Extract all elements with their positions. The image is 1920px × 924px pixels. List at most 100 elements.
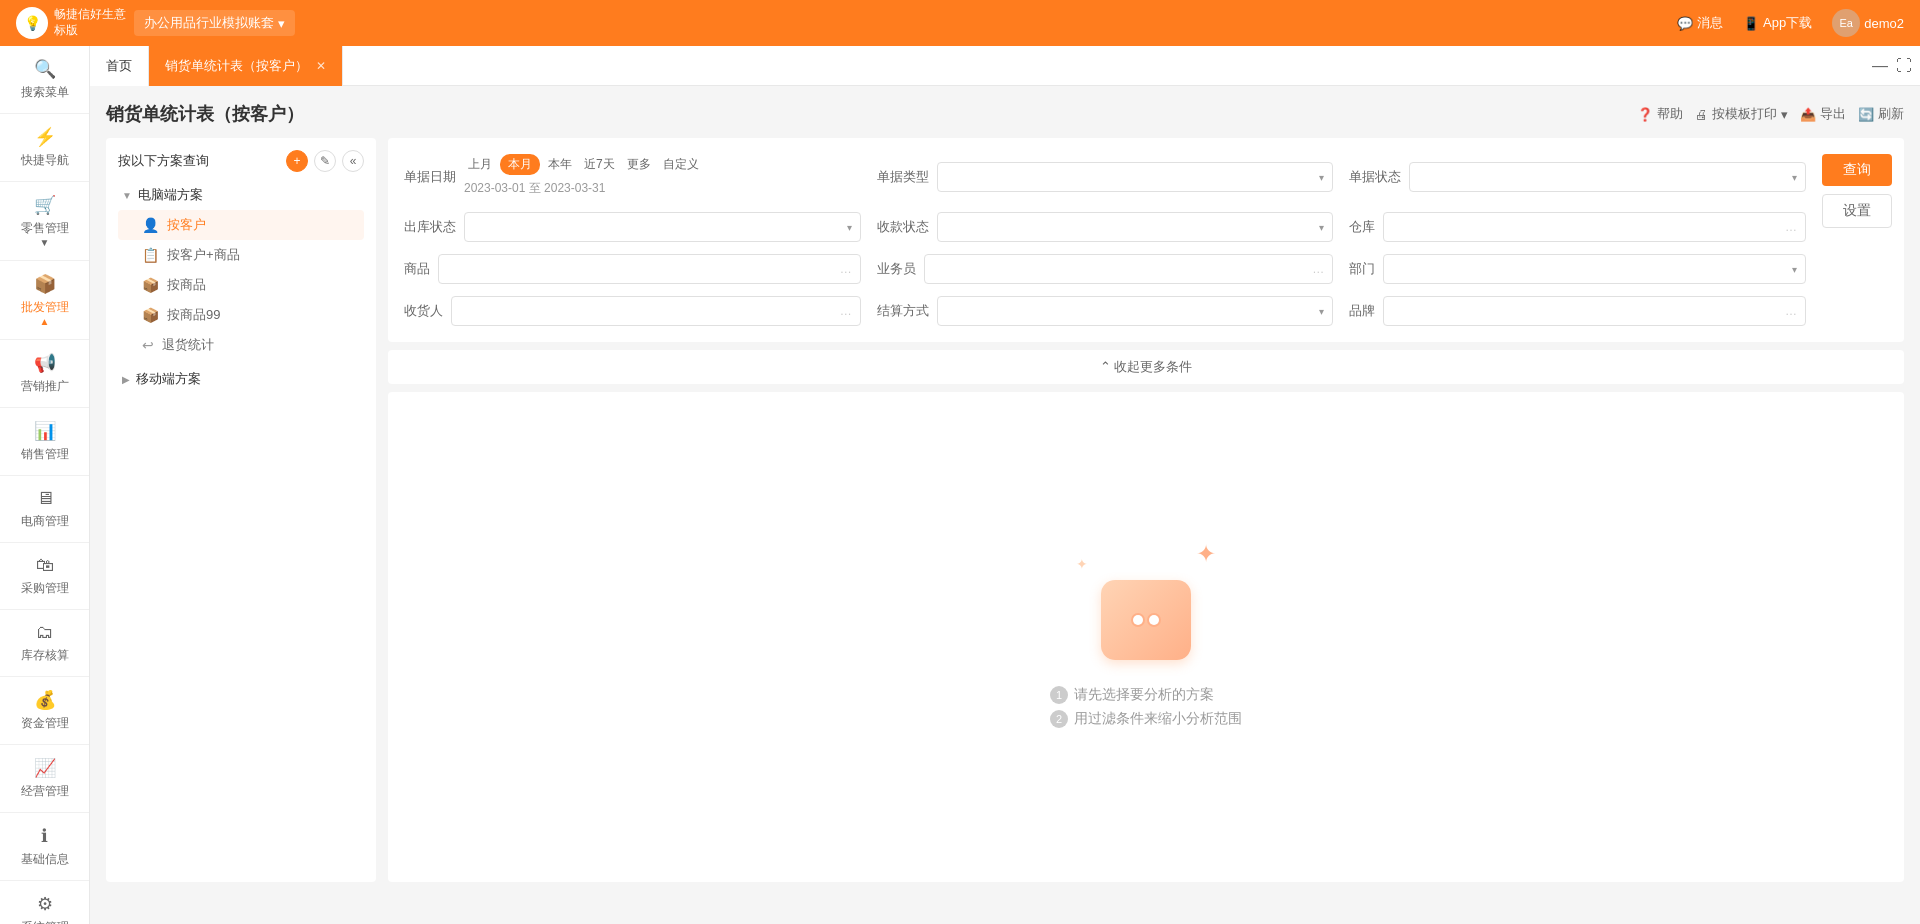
industry-select[interactable]: 办公用品行业模拟账套 ▾	[134, 10, 295, 36]
scheme-panel-actions: + ✎ «	[286, 150, 364, 172]
filter-container: 单据日期 上月 本月 本年 近7天 更多	[388, 138, 1904, 342]
query-button[interactable]: 查询	[1822, 154, 1892, 186]
collapse-conditions-btn[interactable]: ⌃ 收起更多条件	[388, 350, 1904, 384]
sidebar-item-retail[interactable]: 🛒 零售管理 ▼	[0, 182, 89, 261]
warehouse-control[interactable]: …	[1383, 212, 1806, 242]
type-arrow-icon: ▾	[1319, 172, 1324, 183]
date-quick-buttons: 上月 本月 本年 近7天 更多 自定义	[464, 154, 861, 175]
sidebar-item-finance[interactable]: 💰 资金管理	[0, 677, 89, 745]
sparkle-small-icon: ✦	[1076, 556, 1088, 572]
print-btn[interactable]: 🖨 按模板打印 ▾	[1695, 105, 1788, 123]
sidebar-item-sales[interactable]: 📊 销售管理	[0, 408, 89, 476]
operation-icon: 📈	[34, 757, 56, 779]
scheme-add-btn[interactable]: +	[286, 150, 308, 172]
sidebar-item-operation[interactable]: 📈 经营管理	[0, 745, 89, 813]
date-btn-custom[interactable]: 自定义	[659, 154, 703, 175]
tab-sales-report[interactable]: 销货单统计表（按客户） ✕	[149, 46, 343, 86]
date-btn-this-year[interactable]: 本年	[544, 154, 576, 175]
goods-icon: 📦	[142, 277, 159, 293]
receiver-dots: …	[840, 304, 852, 318]
filter-dept: 部门 ▾	[1349, 254, 1806, 284]
sidebar-item-marketing[interactable]: 📢 营销推广	[0, 340, 89, 408]
filter-date: 单据日期 上月 本月 本年 近7天 更多	[404, 154, 861, 200]
staff-control[interactable]: …	[924, 254, 1334, 284]
sidebar-item-system[interactable]: ⚙ 系统管理	[0, 881, 89, 924]
filter-staff: 业务员 …	[877, 254, 1334, 284]
message-action[interactable]: 💬 消息	[1677, 14, 1723, 32]
inventory-icon: 🗂	[36, 622, 54, 643]
help-btn[interactable]: ❓ 帮助	[1637, 105, 1683, 123]
filter-type: 单据类型 ▾	[877, 162, 1334, 192]
date-btn-7days[interactable]: 近7天	[580, 154, 619, 175]
brand-control[interactable]: …	[1383, 296, 1806, 326]
scheme-item-returns[interactable]: ↩ 退货统计	[118, 330, 364, 360]
main-panel: 按以下方案查询 + ✎ «	[106, 138, 1904, 882]
triangle-down-icon: ▼	[122, 190, 132, 201]
purchase-icon: 🛍	[36, 555, 54, 576]
app-icon: 📱	[1743, 16, 1759, 31]
date-btn-this-month[interactable]: 本月	[500, 154, 540, 175]
robot-body	[1101, 580, 1191, 660]
brand-dots: …	[1785, 304, 1797, 318]
finance-icon: 💰	[34, 689, 56, 711]
receiver-control[interactable]: …	[451, 296, 861, 326]
receipt-status-arrow-icon: ▾	[1319, 222, 1324, 233]
sidebar-item-purchase[interactable]: 🛍 采购管理	[0, 543, 89, 610]
tab-home[interactable]: 首页	[90, 46, 149, 86]
scheme-group-mobile-header[interactable]: ▶ 移动端方案	[118, 364, 364, 394]
logo-text: 畅捷信好生意 标版	[54, 7, 126, 38]
page-header: 销货单统计表（按客户） ❓ 帮助 🖨 按模板打印 ▾ 📤	[106, 102, 1904, 126]
header-left: 💡 畅捷信好生意 标版 办公用品行业模拟账套 ▾	[16, 7, 295, 39]
sidebar-item-basic[interactable]: ℹ 基础信息	[0, 813, 89, 881]
scheme-collapse-btn[interactable]: «	[342, 150, 364, 172]
retail-icon: 🛒	[34, 194, 56, 216]
scheme-group-pc-header[interactable]: ▼ 电脑端方案	[118, 180, 364, 210]
chevron-up-icon: ▲	[40, 316, 50, 327]
dept-arrow-icon: ▾	[1792, 264, 1797, 275]
top-header: 💡 畅捷信好生意 标版 办公用品行业模拟账套 ▾ 💬 消息 📱 App下载	[0, 0, 1920, 46]
print-icon: 🖨	[1695, 107, 1708, 122]
out-status-control[interactable]: ▾	[464, 212, 861, 242]
date-btn-last-month[interactable]: 上月	[464, 154, 496, 175]
quicknav-icon: ⚡	[34, 126, 56, 148]
status-control[interactable]: ▾	[1409, 162, 1806, 192]
settings-button[interactable]: 设置	[1822, 194, 1892, 228]
ecommerce-icon: 🖥	[36, 488, 54, 509]
scheme-edit-btn[interactable]: ✎	[314, 150, 336, 172]
refresh-btn[interactable]: 🔄 刷新	[1858, 105, 1904, 123]
tab-maximize-icon[interactable]: ⛶	[1896, 57, 1912, 75]
receipt-status-control[interactable]: ▾	[937, 212, 1334, 242]
user-action[interactable]: Ea demo2	[1832, 9, 1904, 37]
tab-close-icon[interactable]: ✕	[316, 59, 326, 73]
customer-goods-icon: 📋	[142, 247, 159, 263]
sidebar-item-wholesale[interactable]: 📦 批发管理 ▲	[0, 261, 89, 340]
robot-right-eye	[1149, 615, 1159, 625]
warehouse-dots: …	[1785, 220, 1797, 234]
scheme-item-customer-goods[interactable]: 📋 按客户+商品	[118, 240, 364, 270]
date-btn-more[interactable]: 更多	[623, 154, 655, 175]
basic-icon: ℹ	[41, 825, 48, 847]
scheme-item-goods99[interactable]: 📦 按商品99	[118, 300, 364, 330]
export-btn[interactable]: 📤 导出	[1800, 105, 1846, 123]
sales-icon: 📊	[34, 420, 56, 442]
empty-tip-1: 1 请先选择要分析的方案	[1050, 686, 1242, 704]
filter-row-4: 收货人 … 结算方式	[404, 296, 1806, 326]
type-control[interactable]: ▾	[937, 162, 1334, 192]
sidebar-item-inventory[interactable]: 🗂 库存核算	[0, 610, 89, 677]
filter-out-status: 出库状态 ▾	[404, 212, 861, 242]
sidebar-item-search[interactable]: 🔍 搜索菜单	[0, 46, 89, 114]
goods-control[interactable]: …	[438, 254, 861, 284]
payment-control[interactable]: ▾	[937, 296, 1334, 326]
app-download-action[interactable]: 📱 App下载	[1743, 14, 1812, 32]
dept-control[interactable]: ▾	[1383, 254, 1806, 284]
filter-row-1: 单据日期 上月 本月 本年 近7天 更多	[404, 154, 1806, 200]
tab-minimize-icon[interactable]: —	[1872, 57, 1888, 75]
out-status-arrow-icon: ▾	[847, 222, 852, 233]
sidebar-item-quicknav[interactable]: ⚡ 快捷导航	[0, 114, 89, 182]
system-icon: ⚙	[37, 893, 53, 915]
scheme-item-by-customer[interactable]: 👤 按客户	[118, 210, 364, 240]
sidebar-item-ecommerce[interactable]: 🖥 电商管理	[0, 476, 89, 543]
scheme-item-by-goods[interactable]: 📦 按商品	[118, 270, 364, 300]
empty-state: ✦ ✦ 1 请先选择要分析的方案 2 用过滤条件来缩小分析范围	[388, 392, 1904, 882]
sidebar: 🔍 搜索菜单 ⚡ 快捷导航 🛒 零售管理 ▼ 📦 批发管理 ▲ 📢 营销推广	[0, 46, 90, 924]
